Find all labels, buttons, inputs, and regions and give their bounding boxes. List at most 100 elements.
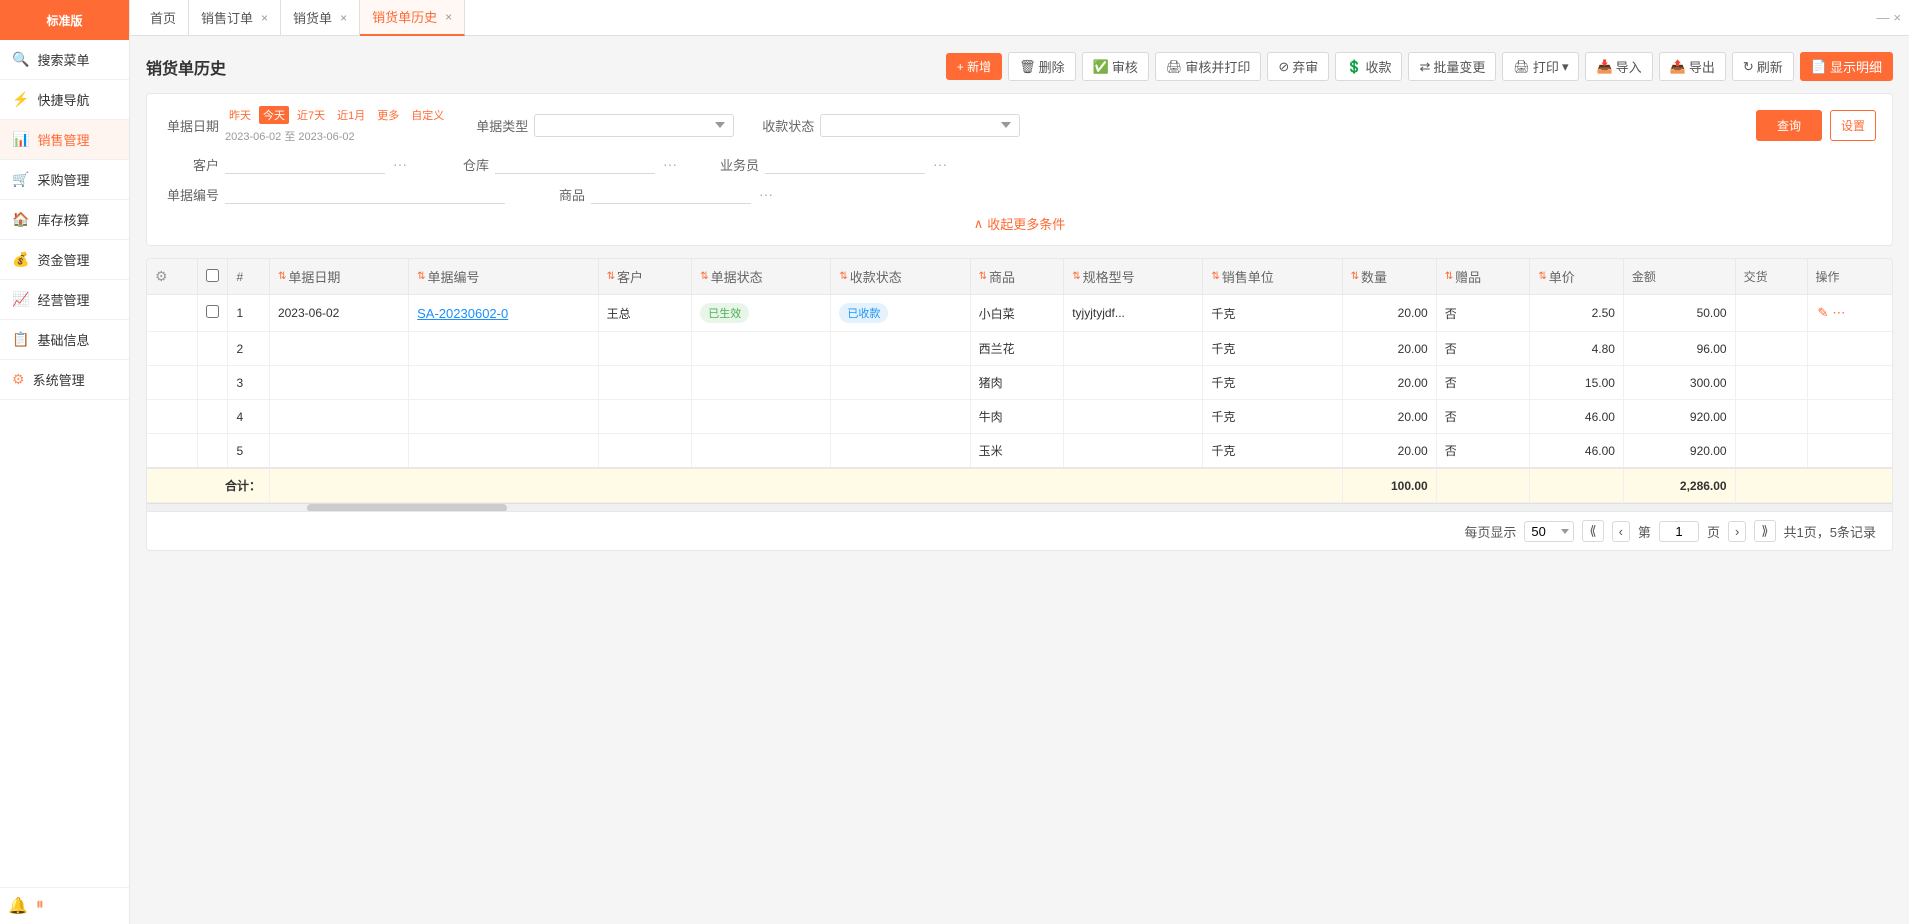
close-sales-goods-tab[interactable]: × (340, 11, 347, 25)
delete-button[interactable]: 🗑 删除 (1008, 52, 1076, 81)
th-doc-no[interactable]: ⇅单据编号 (409, 259, 598, 295)
doc-no-input[interactable] (225, 184, 505, 204)
close-window-icon[interactable]: × (1893, 10, 1901, 25)
th-gift[interactable]: ⇅赠品 (1436, 259, 1530, 295)
goods-input[interactable] (591, 184, 751, 204)
sidebar-item-inventory[interactable]: 🏠 库存核算 (0, 200, 129, 240)
th-spec[interactable]: ⇅规格型号 (1064, 259, 1203, 295)
row-no: 3 (228, 366, 270, 400)
tab-sales-order[interactable]: 销售订单 × (189, 0, 281, 36)
query-button[interactable]: 查询 (1756, 110, 1822, 141)
th-unit[interactable]: ⇅销售单位 (1203, 259, 1342, 295)
warehouse-input[interactable] (495, 154, 655, 174)
page-number-input[interactable] (1659, 521, 1699, 542)
audit-print-button[interactable]: 🖨 审核并打印 (1155, 52, 1262, 81)
doc-type-select[interactable] (534, 114, 734, 137)
sidebar-item-basic-info[interactable]: 📋 基础信息 (0, 320, 129, 360)
filter-goods: 商品 ··· (529, 184, 775, 204)
audit-button[interactable]: ✅ 审核 (1082, 52, 1149, 81)
select-all-checkbox[interactable] (206, 269, 219, 282)
row-gear (147, 332, 198, 366)
pause-icon[interactable]: ⏸ (36, 896, 44, 916)
sidebar-item-sales-mgmt[interactable]: 📊 销售管理 (0, 120, 129, 160)
date-shortcuts: 昨天 今天 近7天 近1月 更多 自定义 (225, 106, 448, 124)
sidebar-item-label: 系统管理 (33, 370, 85, 389)
batch-change-button[interactable]: ⇄ 批量变更 (1408, 52, 1496, 81)
th-unit-price[interactable]: ⇅单价 (1530, 259, 1624, 295)
shortcut-more[interactable]: 更多 (373, 106, 403, 124)
th-row-no: # (228, 259, 270, 295)
collect-button[interactable]: 💲 收款 (1335, 52, 1402, 81)
per-page-select[interactable]: 50 100 (1524, 521, 1574, 542)
first-page-btn[interactable]: ⟪ (1582, 520, 1603, 542)
abandon-button[interactable]: ⊘ 弃审 (1267, 52, 1329, 81)
row-spec (1064, 332, 1203, 366)
row-unit-price: 15.00 (1530, 366, 1624, 400)
shortcut-7days[interactable]: 近7天 (293, 106, 329, 124)
sidebar-item-quick-nav[interactable]: ⚡ 快捷导航 (0, 80, 129, 120)
gear-icon: ⚙ (12, 371, 25, 388)
edit-action-btn[interactable]: ✎ (1818, 305, 1829, 320)
table-settings-gear[interactable]: ⚙ (155, 268, 168, 284)
minimize-icon[interactable]: — (1876, 10, 1889, 25)
sidebar-item-system-mgmt[interactable]: ⚙ 系统管理 (0, 360, 129, 400)
sort-icon: ⇅ (839, 271, 847, 282)
row-pay-status (831, 366, 970, 400)
print-button[interactable]: 🖨 打印 ▾ (1502, 52, 1579, 81)
th-qty[interactable]: ⇅数量 (1342, 259, 1436, 295)
goods-dots-btn[interactable]: ··· (757, 186, 775, 202)
next-page-btn[interactable]: › (1728, 521, 1746, 542)
last-page-btn[interactable]: ⟫ (1754, 520, 1775, 542)
customer-input[interactable] (225, 154, 385, 174)
row-select-checkbox[interactable] (206, 305, 219, 318)
tab-sales-goods[interactable]: 销货单 × (281, 0, 360, 36)
shortcut-1month[interactable]: 近1月 (333, 106, 369, 124)
doc-no-link[interactable]: SA-20230602-0 (417, 306, 508, 321)
th-date[interactable]: ⇅单据日期 (269, 259, 408, 295)
th-pay-status[interactable]: ⇅收款状态 (831, 259, 970, 295)
staff-dots-btn[interactable]: ··· (931, 156, 949, 172)
notification-icon[interactable]: 🔔 (8, 896, 28, 916)
new-button[interactable]: + 新增 (946, 53, 1002, 80)
sidebar-item-purchase-mgmt[interactable]: 🛒 采购管理 (0, 160, 129, 200)
shortcut-today[interactable]: 今天 (259, 106, 289, 124)
row-actions (1807, 400, 1892, 434)
filter-row-2: 客户 ··· 仓库 ··· 业务员 ··· (163, 154, 1876, 174)
sidebar-item-finance-mgmt[interactable]: 💰 资金管理 (0, 240, 129, 280)
tab-home-label: 首页 (150, 8, 176, 27)
close-sales-order-tab[interactable]: × (261, 11, 268, 25)
close-sales-history-tab[interactable]: × (445, 10, 452, 24)
show-detail-button[interactable]: 📄 显示明细 (1800, 52, 1893, 81)
th-goods[interactable]: ⇅商品 (970, 259, 1064, 295)
export-button[interactable]: 📤 导出 (1659, 52, 1726, 81)
tab-sales-history[interactable]: 销货单历史 × (360, 0, 465, 36)
pay-status-badge: 已收款 (839, 303, 888, 323)
shortcut-custom[interactable]: 自定义 (407, 106, 448, 124)
th-doc-status[interactable]: ⇅单据状态 (692, 259, 831, 295)
th-amount: 金额 (1623, 259, 1735, 295)
horizontal-scrollbar[interactable] (147, 503, 1892, 511)
settings-filter-button[interactable]: 设置 (1830, 110, 1876, 141)
row-doc-status: 已生效 (692, 295, 831, 332)
customer-dots-btn[interactable]: ··· (391, 156, 409, 172)
staff-input[interactable] (765, 154, 925, 174)
th-customer[interactable]: ⇅客户 (598, 259, 692, 295)
payment-status-select[interactable] (820, 114, 1020, 137)
tab-home[interactable]: 首页 (138, 0, 189, 36)
more-action-btn[interactable]: ⋯ (1832, 305, 1845, 320)
sidebar-item-operation-mgmt[interactable]: 📈 经营管理 (0, 280, 129, 320)
sidebar-item-label: 采购管理 (37, 170, 89, 189)
row-customer (598, 366, 692, 400)
sort-icon: ⇅ (1538, 271, 1546, 282)
sidebar-item-search-menu[interactable]: 🔍 搜索菜单 (0, 40, 129, 80)
shortcut-yesterday[interactable]: 昨天 (225, 106, 255, 124)
th-settings[interactable]: ⚙ (147, 259, 198, 295)
import-button[interactable]: 📥 导入 (1585, 52, 1652, 81)
refresh-button[interactable]: ↻ 刷新 (1732, 52, 1794, 81)
row-doc-no (409, 400, 598, 434)
row-no: 1 (228, 295, 270, 332)
warehouse-dots-btn[interactable]: ··· (661, 156, 679, 172)
prev-page-btn[interactable]: ‹ (1612, 521, 1630, 542)
tab-end-controls: — × (1876, 10, 1901, 25)
collapse-btn[interactable]: ∧ 收起更多条件 (163, 214, 1876, 233)
